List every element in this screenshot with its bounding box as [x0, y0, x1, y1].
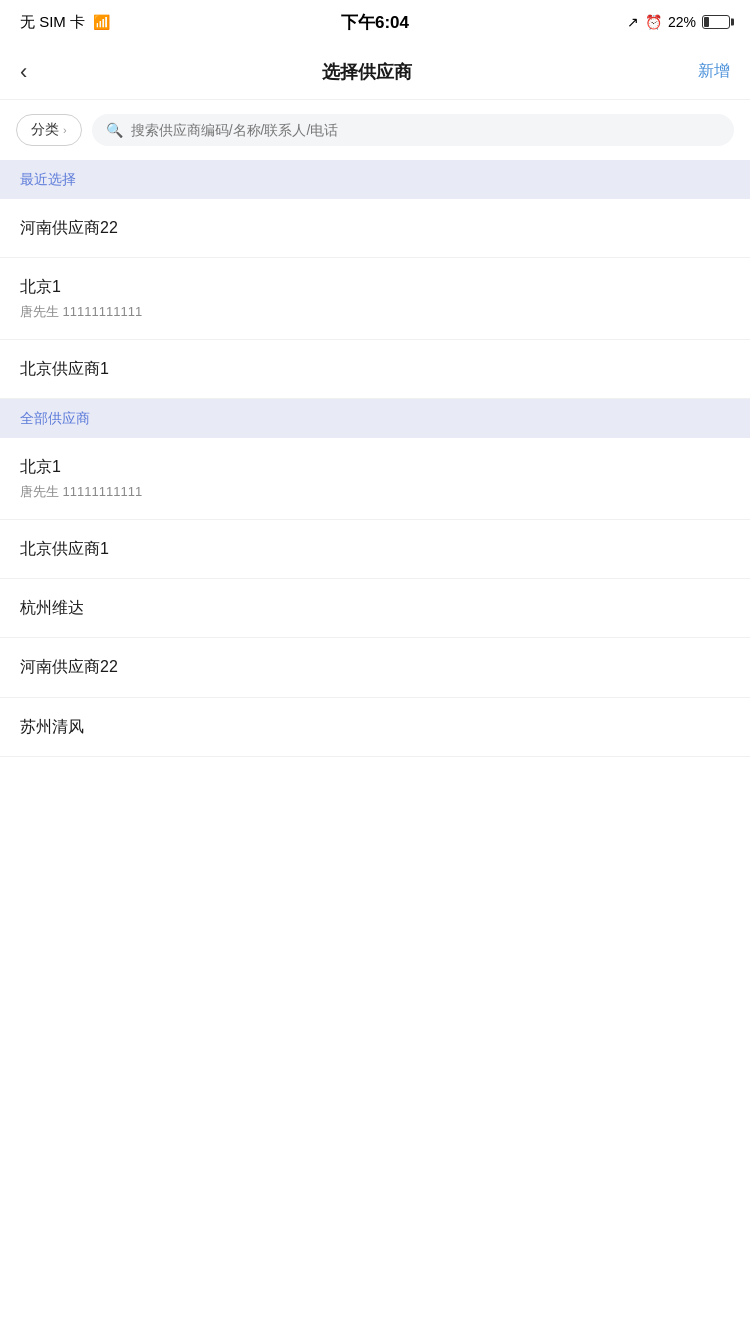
wifi-icon: 📶: [93, 14, 110, 30]
all-header-text: 全部供应商: [20, 410, 90, 426]
nav-bar: ‹ 选择供应商 新增: [0, 44, 750, 100]
item-name: 苏州清风: [20, 716, 730, 738]
status-time: 下午6:04: [341, 11, 409, 34]
item-name: 河南供应商22: [20, 656, 730, 678]
nav-title: 选择供应商: [322, 60, 412, 84]
list-item[interactable]: 苏州清风: [0, 698, 750, 757]
status-bar: 无 SIM 卡 📶 下午6:04 ↗ ⏰ 22%: [0, 0, 750, 44]
battery-percent: 22%: [668, 14, 696, 30]
item-sub: 唐先生 11111111111: [20, 483, 730, 501]
list-item[interactable]: 北京供应商1: [0, 340, 750, 399]
all-section-header: 全部供应商: [0, 399, 750, 438]
category-label: 分类: [31, 121, 59, 139]
search-box[interactable]: 🔍: [92, 114, 734, 146]
item-name: 北京供应商1: [20, 358, 730, 380]
list-item[interactable]: 北京1 唐先生 11111111111: [0, 258, 750, 339]
search-input[interactable]: [131, 122, 720, 138]
location-icon: ↗: [627, 14, 639, 30]
add-button[interactable]: 新增: [698, 61, 730, 82]
item-name: 北京供应商1: [20, 538, 730, 560]
chevron-right-icon: ›: [63, 124, 67, 136]
list-item[interactable]: 河南供应商22: [0, 638, 750, 697]
recent-list: 河南供应商22 北京1 唐先生 11111111111 北京供应商1: [0, 199, 750, 399]
item-name: 北京1: [20, 456, 730, 478]
category-button[interactable]: 分类 ›: [16, 114, 82, 146]
search-icon: 🔍: [106, 122, 123, 138]
list-item[interactable]: 北京1 唐先生 11111111111: [0, 438, 750, 519]
item-name: 河南供应商22: [20, 217, 730, 239]
list-item[interactable]: 杭州维达: [0, 579, 750, 638]
recent-header-text: 最近选择: [20, 171, 76, 187]
filter-row: 分类 › 🔍: [0, 100, 750, 160]
item-name: 杭州维达: [20, 597, 730, 619]
all-list: 北京1 唐先生 11111111111 北京供应商1 杭州维达 河南供应商22 …: [0, 438, 750, 757]
status-carrier: 无 SIM 卡 📶: [20, 13, 110, 32]
back-button[interactable]: ‹: [12, 51, 35, 93]
item-sub: 唐先生 11111111111: [20, 303, 730, 321]
list-item[interactable]: 河南供应商22: [0, 199, 750, 258]
alarm-icon: ⏰: [645, 14, 662, 30]
status-right: ↗ ⏰ 22%: [627, 14, 730, 30]
battery-icon: [702, 15, 730, 29]
recent-section-header: 最近选择: [0, 160, 750, 199]
item-name: 北京1: [20, 276, 730, 298]
list-item[interactable]: 北京供应商1: [0, 520, 750, 579]
